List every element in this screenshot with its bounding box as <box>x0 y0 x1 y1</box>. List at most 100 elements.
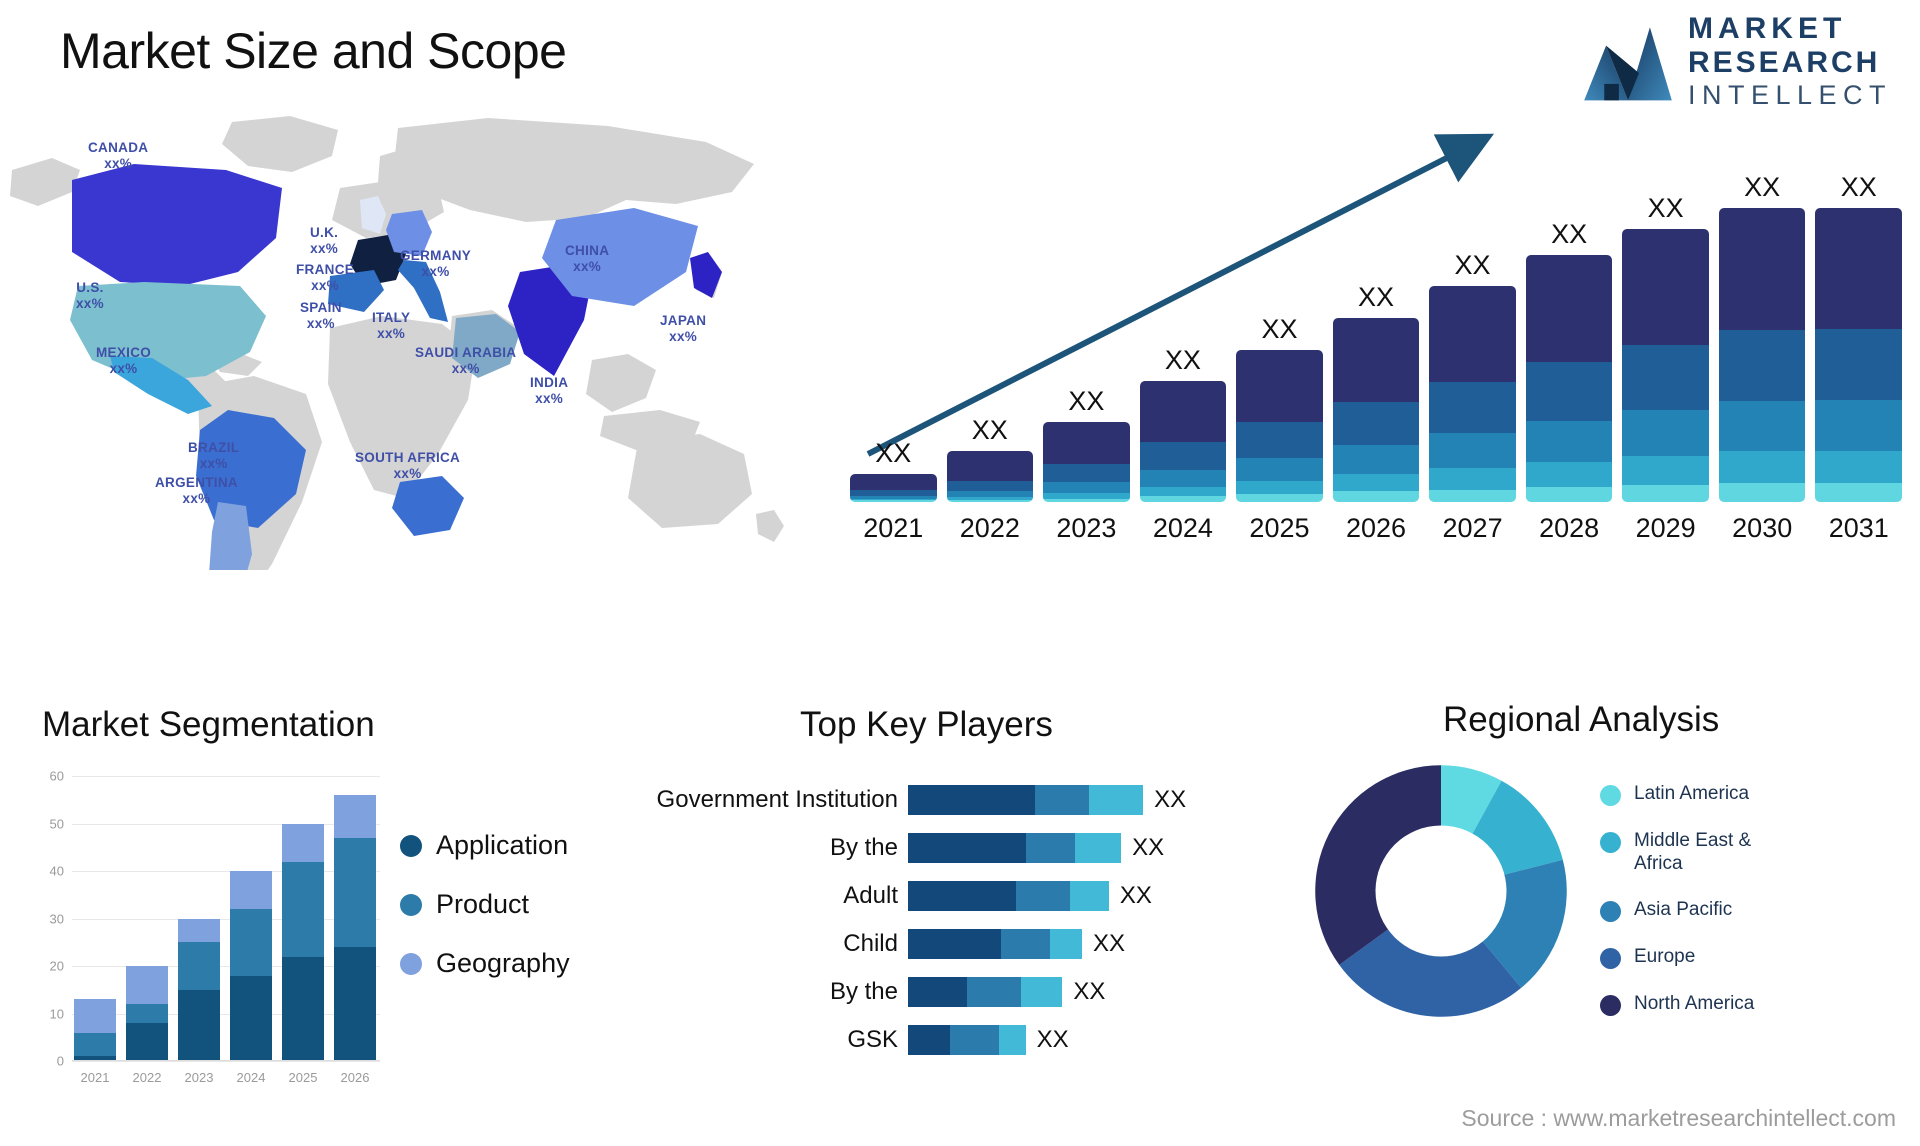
growth-bar-segment <box>1815 399 1903 451</box>
regional-legend-item-middle-east-africa[interactable]: Middle East & Africa <box>1600 829 1784 875</box>
growth-bar-segment <box>1236 494 1323 502</box>
map-label-spain: SPAIN xx% <box>300 300 342 331</box>
growth-bar-value: XX <box>875 438 912 469</box>
segmentation-bar-segment <box>282 823 324 862</box>
market-segmentation-chart: 0 10 20 30 40 50 60 2021 2022 2023 2024 2025 2026 <box>30 768 380 1103</box>
growth-bar-value: XX <box>1454 249 1491 280</box>
growth-bar-segment <box>1043 463 1130 483</box>
growth-bar-segment <box>1332 445 1420 475</box>
growth-bar-segment <box>1718 482 1806 502</box>
segmentation-y-tick: 60 <box>49 768 64 784</box>
map-label-south-africa: SOUTH AFRICA xx% <box>355 450 461 481</box>
growth-bar-2028: XX <box>1525 172 1613 502</box>
key-player-bar <box>908 784 1144 815</box>
key-player-row: Government Institution XX <box>640 780 1200 819</box>
key-player-bar-segment <box>908 1024 950 1055</box>
growth-bar-segment <box>1139 469 1227 487</box>
growth-bar-segment <box>1815 450 1903 483</box>
growth-bar-value: XX <box>1164 344 1201 375</box>
map-label-mexico: MEXICO xx% <box>96 345 152 376</box>
legend-dot-icon <box>1600 948 1621 970</box>
key-player-bar-segment <box>1015 880 1070 911</box>
segmentation-bar-2022 <box>126 776 168 1061</box>
map-label-argentina: ARGENTINA xx% <box>155 475 238 506</box>
regional-legend-item-europe[interactable]: Europe <box>1600 945 1784 970</box>
segmentation-bar-segment <box>126 1023 168 1061</box>
market-segmentation-title: Market Segmentation <box>42 705 375 744</box>
key-player-bar-segment <box>1001 928 1051 959</box>
key-player-bar-segment <box>966 976 1021 1007</box>
growth-bar-2024: XX <box>1139 172 1227 502</box>
key-player-name: By the <box>829 833 898 861</box>
regional-legend-label: Europe <box>1634 946 1696 968</box>
key-player-bar-segment <box>908 880 1016 911</box>
regional-analysis-title: Regional Analysis <box>1443 700 1720 739</box>
segmentation-bar-2024 <box>230 776 272 1061</box>
segmentation-y-tick: 0 <box>56 1053 64 1069</box>
segmentation-bar-segment <box>230 909 272 976</box>
segmentation-legend-label: Geography <box>436 948 570 978</box>
growth-bar-stack <box>1332 317 1420 502</box>
growth-bar-2026: XX <box>1332 172 1420 502</box>
segmentation-bar-segment <box>178 918 220 943</box>
segmentation-bar-segment <box>282 956 324 1061</box>
legend-dot-icon <box>1600 832 1621 853</box>
segmentation-bar-segment <box>230 871 272 909</box>
map-label-germany: GERMANY xx% <box>400 248 472 279</box>
growth-bar-stack <box>1429 285 1516 502</box>
segmentation-y-tick: 50 <box>49 816 64 831</box>
growth-year-axis: 2021 2022 2023 2024 2025 2026 2027 2028 2029 2030… <box>850 513 1902 544</box>
key-players-chart: Government Institution XX By the XX Adult XX C… <box>640 780 1200 1068</box>
segmentation-bar-2021 <box>74 776 116 1061</box>
mountain-m-logo-icon <box>1584 26 1672 100</box>
map-label-u-s-: U.S. xx% <box>76 280 104 311</box>
growth-bar-segment <box>1332 474 1420 492</box>
growth-year-label: 2027 <box>1442 513 1503 543</box>
growth-bar-value: XX <box>971 415 1008 446</box>
regional-legend-item-asia-pacific[interactable]: Asia Pacific <box>1600 898 1784 923</box>
growth-year-label: 2025 <box>1249 513 1310 543</box>
key-player-bar <box>908 880 1109 911</box>
growth-bar-segment <box>1429 432 1516 469</box>
growth-bar-segment <box>1332 317 1420 403</box>
key-player-bar <box>908 1024 1026 1055</box>
key-player-row: By the XX <box>640 972 1200 1011</box>
growth-bar-value: XX <box>1647 192 1684 223</box>
segmentation-legend-item-application[interactable]: Application <box>400 830 570 861</box>
segmentation-bar-segment <box>126 1004 168 1023</box>
segmentation-y-tick: 20 <box>49 958 64 974</box>
donut-chart-svg <box>1315 765 1567 1017</box>
growth-bar-segment <box>850 500 937 502</box>
key-player-bar-segment <box>1035 784 1090 815</box>
top-key-players-title: Top Key Players <box>800 705 1053 744</box>
growth-bar-segment <box>1622 345 1709 410</box>
segmentation-bar-segment <box>230 975 272 1061</box>
growth-bar-segment <box>1718 400 1806 452</box>
segmentation-legend-item-product[interactable]: Product <box>400 889 570 920</box>
segmentation-bar-segment <box>334 947 376 1061</box>
legend-dot-icon <box>1600 995 1621 1017</box>
growth-bar-segment <box>1525 420 1613 463</box>
growth-bar-stack <box>850 474 937 502</box>
segmentation-legend-label: Product <box>436 889 530 919</box>
segmentation-legend-item-geography[interactable]: Geography <box>400 948 570 979</box>
growth-bar-segment <box>1139 495 1227 502</box>
growth-bar-stack <box>1525 254 1613 502</box>
growth-bar-segment <box>1525 254 1613 363</box>
growth-year-label: 2029 <box>1635 513 1696 543</box>
growth-bar-segment <box>1429 382 1516 433</box>
key-player-bar-segment <box>908 928 1002 959</box>
regional-legend-item-latin-america[interactable]: Latin America <box>1600 782 1784 806</box>
legend-dot-icon <box>1600 785 1621 806</box>
key-player-name: GSK <box>847 1025 898 1053</box>
regional-legend-item-north-america[interactable]: North America <box>1600 992 1784 1017</box>
growth-bar-segment <box>1429 489 1516 502</box>
growth-bar-stack <box>1043 422 1130 502</box>
growth-bar-segment <box>1718 451 1806 483</box>
growth-year-label: 2024 <box>1152 513 1213 543</box>
segmentation-bar-2023 <box>178 776 220 1061</box>
growth-bar-segment <box>946 480 1034 492</box>
segmentation-y-tick: 10 <box>49 1006 64 1021</box>
growth-year-label: 2021 <box>863 513 924 543</box>
key-player-bar-segment <box>998 1024 1026 1055</box>
